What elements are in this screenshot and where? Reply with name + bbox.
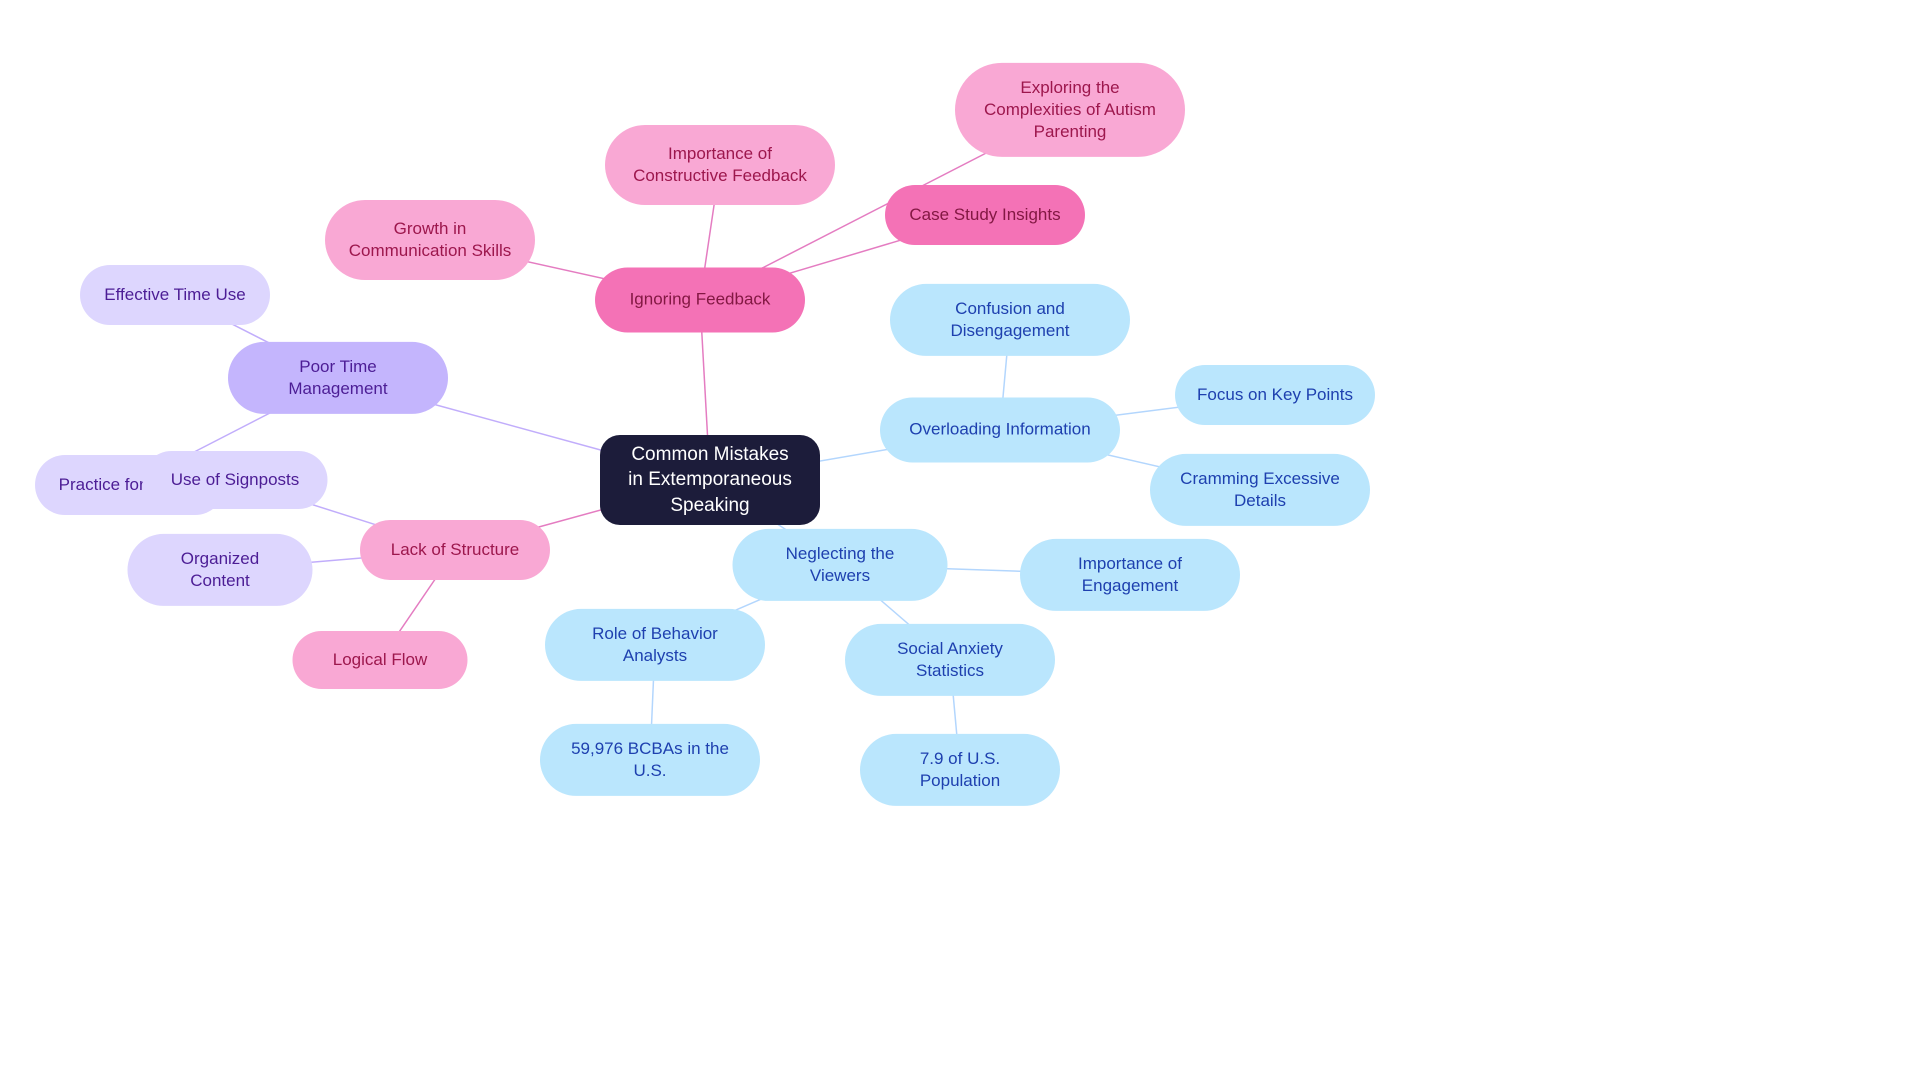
node-importance_constructive[interactable]: Importance of Constructive Feedback: [605, 125, 835, 205]
node-lack_structure[interactable]: Lack of Structure: [360, 520, 550, 580]
node-cramming[interactable]: Cramming Excessive Details: [1150, 454, 1370, 526]
node-overloading[interactable]: Overloading Information: [880, 398, 1120, 463]
node-population[interactable]: 7.9 of U.S. Population: [860, 734, 1060, 806]
node-social_anxiety[interactable]: Social Anxiety Statistics: [845, 624, 1055, 696]
node-center[interactable]: Common Mistakes in Extemporaneous Speaki…: [600, 435, 820, 525]
node-case_study[interactable]: Case Study Insights: [885, 185, 1085, 245]
node-confusion[interactable]: Confusion and Disengagement: [890, 284, 1130, 356]
node-logical_flow[interactable]: Logical Flow: [293, 631, 468, 689]
node-use_signposts[interactable]: Use of Signposts: [143, 451, 328, 509]
node-importance_engagement[interactable]: Importance of Engagement: [1020, 539, 1240, 611]
node-ignoring_feedback[interactable]: Ignoring Feedback: [595, 268, 805, 333]
node-bcbas[interactable]: 59,976 BCBAs in the U.S.: [540, 724, 760, 796]
node-neglecting[interactable]: Neglecting the Viewers: [733, 529, 948, 601]
node-organized_content[interactable]: Organized Content: [128, 534, 313, 606]
mind-map: Common Mistakes in Extemporaneous Speaki…: [0, 0, 1920, 1083]
node-effective_time[interactable]: Effective Time Use: [80, 265, 270, 325]
node-growth_communication[interactable]: Growth in Communication Skills: [325, 200, 535, 280]
node-exploring_autism[interactable]: Exploring the Complexities of Autism Par…: [955, 63, 1185, 157]
node-poor_time[interactable]: Poor Time Management: [228, 342, 448, 414]
node-role_behavior[interactable]: Role of Behavior Analysts: [545, 609, 765, 681]
node-focus_key[interactable]: Focus on Key Points: [1175, 365, 1375, 425]
